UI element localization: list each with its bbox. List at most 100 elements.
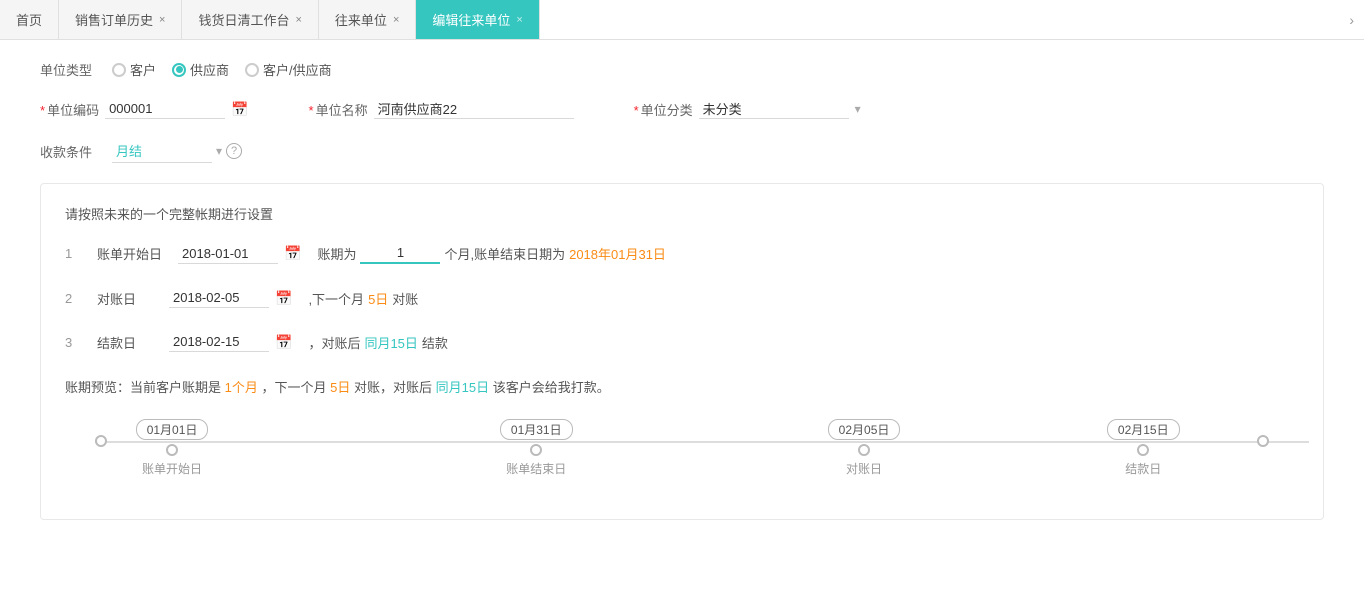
step-1-end-date: 2018年01月31日 [569, 244, 666, 263]
tl-point-2: 01月31日 账单结束日 [500, 419, 573, 477]
unit-type-row: 单位类型 客户 供应商 客户/供应商 [40, 60, 1324, 79]
tl-point-4: 02月15日 结款日 [1107, 419, 1180, 477]
tab-sales-history-label: 销售订单历史 [75, 10, 153, 29]
step-1-num: 1 [65, 246, 81, 261]
step-2-desc: ,下一个月5日 对账 [308, 289, 418, 308]
tab-edit-partner-close[interactable]: × [516, 14, 522, 26]
step-1-desc-prefix: 账期为 [317, 244, 356, 263]
tl-label-4: 结款日 [1125, 460, 1161, 477]
unit-category-group: *单位分类 ▾ [634, 99, 861, 119]
radio-both-circle [245, 63, 259, 77]
timeline: 01月01日 账单开始日 01月31日 账单结束日 02月05日 对账日 02月… [75, 419, 1289, 499]
name-star: * [309, 103, 314, 118]
main-content: 单位类型 客户 供应商 客户/供应商 *单 [0, 40, 1364, 608]
card-title: 请按照未来的一个完整帐期进行设置 [65, 204, 1299, 223]
tl-badge-3: 02月05日 [828, 419, 901, 440]
tab-partners-close[interactable]: × [393, 14, 399, 26]
step-2-desc-prefix: ,下一个月 [308, 289, 364, 308]
preview-part1: 1个月 [225, 380, 258, 395]
tab-edit-partner[interactable]: 编辑往来单位 × [416, 0, 539, 39]
unit-category-label: *单位分类 [634, 100, 693, 119]
cat-star: * [634, 103, 639, 118]
unit-category-dropdown-icon[interactable]: ▾ [855, 102, 861, 116]
unit-type-label: 单位类型 [40, 60, 92, 79]
preview-part3-highlight: 同月15日 [436, 380, 489, 395]
radio-customer-label: 客户 [130, 60, 156, 79]
unit-code-input[interactable] [105, 99, 225, 119]
tab-home[interactable]: 首页 [0, 0, 59, 39]
tab-partners-label: 往来单位 [335, 10, 387, 29]
tl-label-3: 对账日 [846, 460, 882, 477]
tl-badge-2: 01月31日 [500, 419, 573, 440]
unit-code-icon[interactable]: 📅 [231, 101, 248, 118]
preview-part3-suffix: 该客户会给我打款。 [493, 380, 610, 395]
step-3-desc-prefix: ，对账后 [308, 333, 360, 352]
step-2-row: 2 对账日 📅 ,下一个月5日 对账 [65, 288, 1299, 308]
step-3-desc: ，对账后 同月15日 结款 [308, 333, 448, 352]
step-2-label: 对账日 [97, 289, 153, 308]
preview-text: 账期预览：当前客户账期是 1个月 ，下一个月 5日 对账，对账后 同月15日 该… [65, 376, 1299, 399]
preview-part2-highlight: 5日 [330, 380, 350, 395]
tl-label-1: 账单开始日 [142, 460, 202, 477]
step-1-desc-suffix: 个月,账单结束日期为 [444, 244, 565, 263]
step-3-row: 3 结款日 📅 ，对账后 同月15日 结款 [65, 332, 1299, 352]
tl-label-2: 账单结束日 [506, 460, 566, 477]
step-1-calendar-icon[interactable]: 📅 [284, 245, 301, 262]
unit-name-input[interactable] [374, 99, 574, 119]
step-1-desc: 账期为 个月,账单结束日期为 2018年01月31日 [317, 243, 665, 264]
step-2-date-input[interactable] [169, 288, 269, 308]
step-2-calendar-icon[interactable]: 📅 [275, 290, 292, 307]
tab-partners[interactable]: 往来单位 × [319, 0, 416, 39]
step-2-date-group: 📅 [169, 288, 292, 308]
step-1-row: 1 账单开始日 📅 账期为 个月,账单结束日期为 2018年01月31日 [65, 243, 1299, 264]
step-3-desc-suffix: 结款 [422, 333, 448, 352]
radio-customer-circle [112, 63, 126, 77]
radio-both[interactable]: 客户/供应商 [245, 60, 332, 79]
tl-point-1: 01月01日 账单开始日 [136, 419, 209, 477]
step-3-calendar-icon[interactable]: 📅 [275, 334, 292, 351]
step-3-label: 结款日 [97, 333, 153, 352]
unit-name-group: *单位名称 [309, 99, 574, 119]
step-2-highlight: 5日 [368, 289, 388, 308]
radio-supplier-label: 供应商 [190, 60, 229, 79]
tab-cash-work-close[interactable]: × [295, 14, 301, 26]
payment-help-icon[interactable]: ? [226, 143, 242, 159]
step-1-label: 账单开始日 [97, 244, 162, 263]
preview-part2-prefix: ，下一个月 [262, 380, 327, 395]
step-2-num: 2 [65, 291, 81, 306]
step-3-highlight: 同月15日 [364, 333, 417, 352]
tab-cash-work[interactable]: 钱货日清工作台 × [182, 0, 318, 39]
tab-edit-partner-label: 编辑往来单位 [432, 10, 510, 29]
tab-home-label: 首页 [16, 10, 42, 29]
tab-nav-arrow[interactable]: › [1339, 0, 1364, 39]
tl-badge-4: 02月15日 [1107, 419, 1180, 440]
unit-info-row: *单位编码 📅 *单位名称 *单位分类 ▾ [40, 99, 1324, 119]
payment-select-group: 月结 ▾ ? [112, 139, 242, 163]
radio-supplier-circle [172, 63, 186, 77]
tl-dot-2 [530, 444, 542, 456]
period-input[interactable] [360, 243, 440, 264]
tab-sales-history-close[interactable]: × [159, 14, 165, 26]
unit-code-label: *单位编码 [40, 100, 99, 119]
unit-type-radio-group: 客户 供应商 客户/供应商 [112, 60, 332, 79]
code-star: * [40, 103, 45, 118]
step-1-date-input[interactable] [178, 244, 278, 264]
tab-bar: 首页 销售订单历史 × 钱货日清工作台 × 往来单位 × 编辑往来单位 × › [0, 0, 1364, 40]
radio-customer[interactable]: 客户 [112, 60, 156, 79]
preview-part2-suffix: 对账，对账后 [354, 380, 432, 395]
settings-card: 请按照未来的一个完整帐期进行设置 1 账单开始日 📅 账期为 个月,账单结束日期… [40, 183, 1324, 520]
step-3-num: 3 [65, 335, 81, 350]
radio-supplier[interactable]: 供应商 [172, 60, 229, 79]
tab-sales-history[interactable]: 销售订单历史 × [59, 0, 182, 39]
unit-category-input[interactable] [699, 99, 849, 119]
timeline-start-cap [95, 435, 107, 447]
step-2-desc-suffix: 对账 [392, 289, 418, 308]
payment-dropdown-icon[interactable]: ▾ [216, 144, 222, 158]
payment-select-value[interactable]: 月结 [112, 139, 212, 163]
tl-dot-3 [858, 444, 870, 456]
step-3-date-group: 📅 [169, 332, 292, 352]
step-3-date-input[interactable] [169, 332, 269, 352]
timeline-end-cap [1257, 435, 1269, 447]
payment-row: 收款条件 月结 ▾ ? [40, 139, 1324, 163]
tl-dot-4 [1137, 444, 1149, 456]
